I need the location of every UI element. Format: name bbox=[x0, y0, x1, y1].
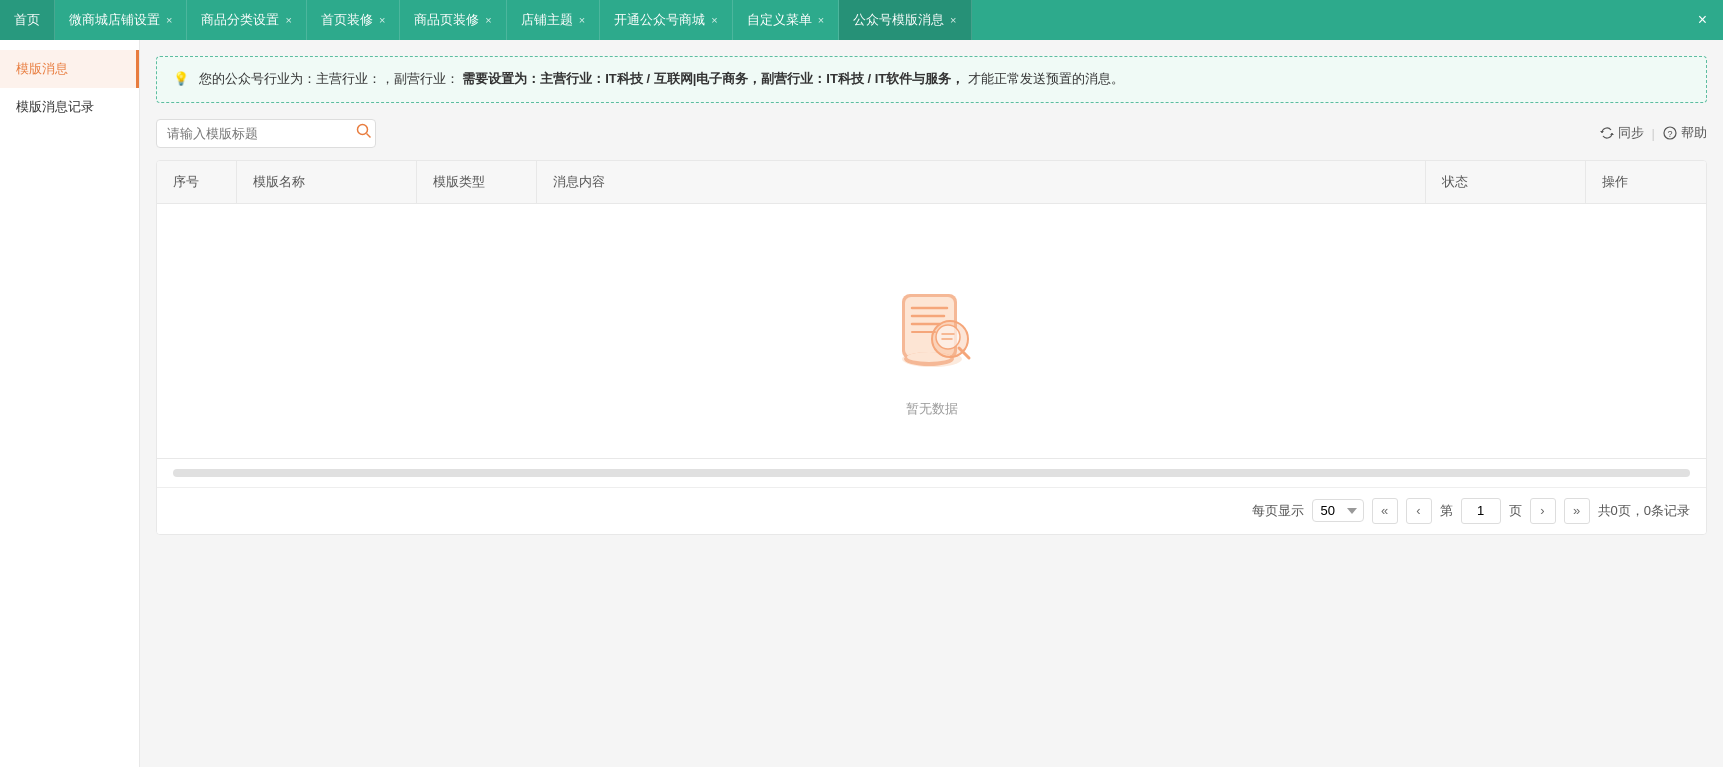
sync-button[interactable]: 同步 bbox=[1600, 124, 1644, 142]
th-index: 序号 bbox=[157, 161, 237, 203]
notice-box: 💡 您的公众号行业为：主营行业：，副营行业： 需要设置为：主营行业：IT科技 /… bbox=[156, 56, 1707, 103]
sync-icon bbox=[1600, 126, 1614, 140]
notice-icon: 💡 bbox=[173, 71, 189, 86]
next-page-button[interactable]: › bbox=[1530, 498, 1556, 524]
empty-illustration bbox=[872, 264, 992, 384]
nav-tab-open-mall-close[interactable]: × bbox=[711, 14, 717, 26]
notice-highlight: 需要设置为：主营行业：IT科技 / 互联网|电子商务，副营行业：IT科技 / I… bbox=[462, 71, 964, 86]
nav-tab-shop-setting-label: 微商城店铺设置 bbox=[69, 11, 160, 29]
page-total: 共0页，0条记录 bbox=[1598, 502, 1690, 520]
search-bar: 同步 | ? 帮助 bbox=[156, 119, 1707, 148]
sidebar: 模版消息 模版消息记录 bbox=[0, 40, 140, 767]
th-action: 操作 bbox=[1586, 161, 1706, 203]
svg-line-1 bbox=[367, 134, 371, 138]
nav-tab-open-mall-label: 开通公众号商城 bbox=[614, 11, 705, 29]
sidebar-item-template-msg-log[interactable]: 模版消息记录 bbox=[0, 88, 139, 126]
empty-state: 暂无数据 bbox=[157, 204, 1706, 458]
page-size-select[interactable]: 50 10 20 100 bbox=[1312, 499, 1364, 522]
empty-text: 暂无数据 bbox=[906, 400, 958, 418]
nav-tab-category-label: 商品分类设置 bbox=[201, 11, 279, 29]
prev-page-button[interactable]: ‹ bbox=[1406, 498, 1432, 524]
nav-tab-shop-setting[interactable]: 微商城店铺设置 × bbox=[55, 0, 187, 40]
nav-tab-shop-setting-close[interactable]: × bbox=[166, 14, 172, 26]
notice-text1: 您的公众号行业为：主营行业：，副营行业： bbox=[199, 71, 459, 86]
search-left bbox=[156, 119, 372, 148]
page-input[interactable] bbox=[1461, 498, 1501, 524]
fake-scrollbar[interactable] bbox=[173, 469, 1690, 477]
page-unit-label: 页 bbox=[1509, 502, 1522, 520]
search-input[interactable] bbox=[156, 119, 376, 148]
nav-tab-category-close[interactable]: × bbox=[285, 14, 291, 26]
nav-tab-homepage-decor-label: 首页装修 bbox=[321, 11, 373, 29]
nav-tab-product-decor[interactable]: 商品页装修 × bbox=[400, 0, 506, 40]
th-type: 模版类型 bbox=[417, 161, 537, 203]
nav-tab-open-mall[interactable]: 开通公众号商城 × bbox=[600, 0, 732, 40]
nav-tab-shop-theme-label: 店铺主题 bbox=[521, 11, 573, 29]
th-name: 模版名称 bbox=[237, 161, 417, 203]
content-area: 💡 您的公众号行业为：主营行业：，副营行业： 需要设置为：主营行业：IT科技 /… bbox=[140, 40, 1723, 767]
scroll-bar-area bbox=[157, 458, 1706, 487]
nav-tab-custom-menu-label: 自定义菜单 bbox=[747, 11, 812, 29]
close-all-button[interactable]: × bbox=[1682, 0, 1723, 40]
page-size-label: 每页显示 bbox=[1252, 502, 1304, 520]
nav-tab-home[interactable]: 首页 bbox=[0, 0, 55, 40]
first-page-button[interactable]: « bbox=[1372, 498, 1398, 524]
search-icon bbox=[356, 123, 372, 139]
sidebar-item-template-msg[interactable]: 模版消息 bbox=[0, 50, 139, 88]
last-page-button[interactable]: » bbox=[1564, 498, 1590, 524]
svg-text:?: ? bbox=[1668, 129, 1673, 139]
svg-point-0 bbox=[358, 125, 368, 135]
sync-label: 同步 bbox=[1618, 124, 1644, 142]
nav-tab-homepage-decor-close[interactable]: × bbox=[379, 14, 385, 26]
search-button[interactable] bbox=[356, 123, 372, 143]
nav-tab-custom-menu-close[interactable]: × bbox=[818, 14, 824, 26]
nav-tab-product-decor-close[interactable]: × bbox=[485, 14, 491, 26]
nav-tab-product-decor-label: 商品页装修 bbox=[414, 11, 479, 29]
page-label: 第 bbox=[1440, 502, 1453, 520]
nav-tab-template-msg[interactable]: 公众号模版消息 × bbox=[839, 0, 971, 40]
nav-tab-template-msg-close[interactable]: × bbox=[950, 14, 956, 26]
th-content: 消息内容 bbox=[537, 161, 1426, 203]
notice-text2: 才能正常发送预置的消息。 bbox=[968, 71, 1124, 86]
help-label: 帮助 bbox=[1681, 124, 1707, 142]
main-layout: 模版消息 模版消息记录 💡 您的公众号行业为：主营行业：，副营行业： 需要设置为… bbox=[0, 40, 1723, 767]
table-wrapper: 序号 模版名称 模版类型 消息内容 状态 操作 bbox=[156, 160, 1707, 535]
nav-tab-shop-theme[interactable]: 店铺主题 × bbox=[507, 0, 600, 40]
divider: | bbox=[1652, 126, 1655, 141]
th-status: 状态 bbox=[1426, 161, 1586, 203]
nav-tab-template-msg-label: 公众号模版消息 bbox=[853, 11, 944, 29]
nav-tab-homepage-decor[interactable]: 首页装修 × bbox=[307, 0, 400, 40]
help-icon: ? bbox=[1663, 126, 1677, 140]
svg-point-14 bbox=[936, 325, 960, 349]
nav-tab-category[interactable]: 商品分类设置 × bbox=[187, 0, 306, 40]
help-button[interactable]: ? 帮助 bbox=[1663, 124, 1707, 142]
top-nav: 首页 微商城店铺设置 × 商品分类设置 × 首页装修 × 商品页装修 × 店铺主… bbox=[0, 0, 1723, 40]
nav-tab-home-label: 首页 bbox=[14, 11, 40, 29]
table-header: 序号 模版名称 模版类型 消息内容 状态 操作 bbox=[157, 161, 1706, 204]
nav-tab-shop-theme-close[interactable]: × bbox=[579, 14, 585, 26]
nav-tab-custom-menu[interactable]: 自定义菜单 × bbox=[733, 0, 839, 40]
pagination: 每页显示 50 10 20 100 « ‹ 第 页 › » 共0页，0条记录 bbox=[157, 487, 1706, 534]
search-right: 同步 | ? 帮助 bbox=[1600, 124, 1707, 142]
